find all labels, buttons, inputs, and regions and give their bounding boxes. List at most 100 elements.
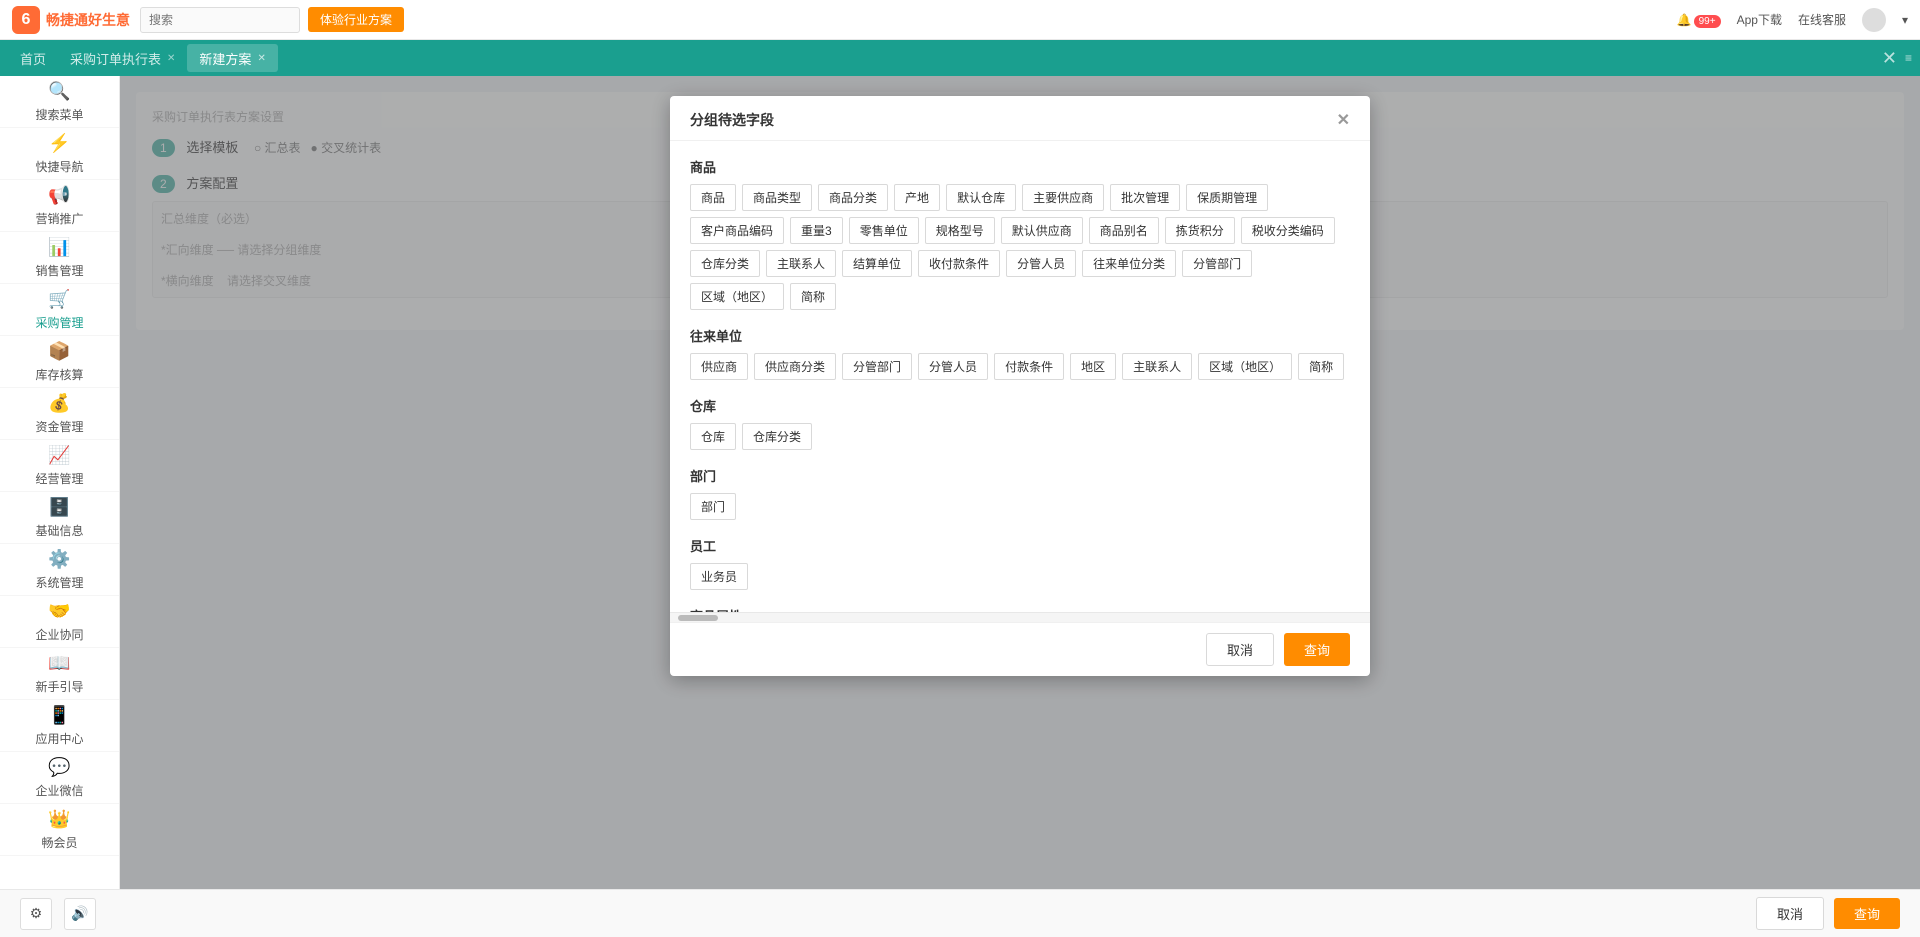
section-employee-title: 员工 [690, 536, 1350, 555]
field-tag-salesperson[interactable]: 业务员 [690, 563, 748, 590]
horizontal-scrollbar[interactable] [670, 612, 1370, 622]
field-tag-batch-mgmt[interactable]: 批次管理 [1110, 184, 1180, 211]
tab-purchase-close[interactable]: ✕ [167, 53, 175, 64]
tab-home[interactable]: 首页 [8, 44, 58, 72]
field-tag-abbr-partner[interactable]: 简称 [1298, 353, 1344, 380]
sidebar-item-inventory[interactable]: 📦 库存核算 [0, 336, 119, 388]
modal-header: 分组待选字段 ✕ [670, 96, 1370, 141]
field-tag-product[interactable]: 商品 [690, 184, 736, 211]
field-tag-product-alias[interactable]: 商品别名 [1089, 217, 1159, 244]
sidebar-label-appcenter: 应用中心 [35, 730, 83, 747]
bottom-confirm-button[interactable]: 查询 [1834, 898, 1900, 929]
sidebar-item-guide[interactable]: 📖 新手引导 [0, 648, 119, 700]
field-tag-abbr-product[interactable]: 简称 [790, 283, 836, 310]
field-tag-supplier[interactable]: 供应商 [690, 353, 748, 380]
section-dept: 部门 部门 [690, 466, 1350, 520]
sidebar-item-search[interactable]: 🔍 搜索菜单 [0, 76, 119, 128]
field-tag-warehouse-category[interactable]: 仓库分类 [690, 250, 760, 277]
cancel-button[interactable]: 取消 [1206, 633, 1274, 666]
field-tag-origin[interactable]: 产地 [894, 184, 940, 211]
sidebar-item-purchase[interactable]: 🛒 采购管理 [0, 284, 119, 336]
field-tag-warehouse-class[interactable]: 仓库分类 [742, 423, 812, 450]
field-tag-warehouse[interactable]: 仓库 [690, 423, 736, 450]
sidebar-item-cooperation[interactable]: 🤝 企业协同 [0, 596, 119, 648]
sidebar-item-appcenter[interactable]: 📱 应用中心 [0, 700, 119, 752]
sidebar-item-base[interactable]: 🗄️ 基础信息 [0, 492, 119, 544]
field-tag-dept[interactable]: 部门 [690, 493, 736, 520]
audio-icon-btn[interactable]: 🔊 [64, 898, 96, 930]
bottom-cancel-button[interactable]: 取消 [1756, 897, 1824, 930]
field-tag-tax-code[interactable]: 税收分类编码 [1241, 217, 1335, 244]
field-tag-partner-person[interactable]: 分管人员 [918, 353, 988, 380]
field-tag-partner-dept[interactable]: 分管部门 [842, 353, 912, 380]
scrollbar-thumb-h [678, 615, 718, 621]
app-download-link[interactable]: App下载 [1737, 11, 1782, 28]
user-menu-arrow[interactable]: ▾ [1902, 13, 1908, 27]
marketing-icon: 📢 [48, 185, 70, 206]
field-tag-main-supplier[interactable]: 主要供应商 [1022, 184, 1104, 211]
section-dept-title: 部门 [690, 466, 1350, 485]
sidebar-label-vip: 畅会员 [41, 834, 77, 851]
field-tag-picking-points[interactable]: 拣货积分 [1165, 217, 1235, 244]
tab-home-label: 首页 [20, 49, 46, 68]
tab-close-all[interactable]: ✕ [1882, 48, 1897, 69]
logo-text: 畅捷通好生意 [46, 10, 130, 30]
sales-icon: 📊 [48, 237, 70, 258]
field-tag-default-supplier[interactable]: 默认供应商 [1001, 217, 1083, 244]
section-warehouse-title: 仓库 [690, 396, 1350, 415]
field-tag-default-warehouse[interactable]: 默认仓库 [946, 184, 1016, 211]
sidebar-item-wecom[interactable]: 💬 企业微信 [0, 752, 119, 804]
vip-icon: 👑 [48, 809, 70, 830]
field-tag-settlement-unit[interactable]: 结算单位 [842, 250, 912, 277]
field-tag-supervisor[interactable]: 分管人员 [1006, 250, 1076, 277]
confirm-button[interactable]: 查询 [1284, 633, 1350, 666]
modal-overlay: 分组待选字段 ✕ 商品 商品 商品类型 商品分类 产地 默认仓库 主要供应商 批… [120, 76, 1920, 937]
field-tag-spec-model[interactable]: 规格型号 [925, 217, 995, 244]
sidebar-label-guide: 新手引导 [35, 678, 83, 695]
field-tag-dept-mgmt[interactable]: 分管部门 [1182, 250, 1252, 277]
wecom-icon: 💬 [48, 757, 70, 778]
tab-purchase-order[interactable]: 采购订单执行表 ✕ [58, 44, 187, 72]
notification-area[interactable]: 🔔99+ [1677, 13, 1721, 27]
field-tag-area[interactable]: 地区 [1070, 353, 1116, 380]
sidebar-item-finance[interactable]: 💰 资金管理 [0, 388, 119, 440]
field-tag-retail-unit[interactable]: 零售单位 [849, 217, 919, 244]
modal-close-btn[interactable]: ✕ [1337, 110, 1350, 130]
field-tag-customer-code[interactable]: 客户商品编码 [690, 217, 784, 244]
field-tag-region-partner[interactable]: 区域（地区） [1198, 353, 1292, 380]
tab-more[interactable]: ≡ [1905, 51, 1912, 65]
field-tag-weight3[interactable]: 重量3 [790, 217, 843, 244]
sidebar-item-operations[interactable]: 📈 经营管理 [0, 440, 119, 492]
sidebar-item-marketing[interactable]: 📢 营销推广 [0, 180, 119, 232]
sidebar-label-cooperation: 企业协同 [35, 626, 83, 643]
field-tag-payment-terms[interactable]: 收付款条件 [918, 250, 1000, 277]
sidebar-label-marketing: 营销推广 [35, 210, 83, 227]
tab-new-plan-close[interactable]: ✕ [257, 53, 265, 64]
settings-icon-btn[interactable]: ⚙ [20, 898, 52, 930]
online-service-link[interactable]: 在线客服 [1798, 11, 1846, 28]
section-partner-title: 往来单位 [690, 326, 1350, 345]
header-search-input[interactable] [140, 7, 300, 33]
experience-btn[interactable]: 体验行业方案 [308, 7, 404, 32]
sidebar-label-quicknav: 快捷导航 [35, 158, 83, 175]
field-tag-region-product[interactable]: 区域（地区） [690, 283, 784, 310]
field-tag-main-contact2[interactable]: 主联系人 [1122, 353, 1192, 380]
field-tag-main-contact[interactable]: 主联系人 [766, 250, 836, 277]
section-product-tags: 商品 商品类型 商品分类 产地 默认仓库 主要供应商 批次管理 保质期管理 客户… [690, 184, 1350, 310]
sidebar-label-sales: 销售管理 [35, 262, 83, 279]
sidebar-item-sales[interactable]: 📊 销售管理 [0, 232, 119, 284]
avatar[interactable] [1862, 8, 1886, 32]
tab-new-plan[interactable]: 新建方案 ✕ [187, 44, 277, 72]
section-product-title: 商品 [690, 157, 1350, 176]
field-tag-partner-category[interactable]: 往来单位分类 [1082, 250, 1176, 277]
sidebar-item-system[interactable]: ⚙️ 系统管理 [0, 544, 119, 596]
field-tag-shelf-life[interactable]: 保质期管理 [1186, 184, 1268, 211]
section-employee: 员工 业务员 [690, 536, 1350, 590]
sidebar-item-vip[interactable]: 👑 畅会员 [0, 804, 119, 856]
field-tag-product-type[interactable]: 商品类型 [742, 184, 812, 211]
field-tag-payment-condition[interactable]: 付款条件 [994, 353, 1064, 380]
modal-title: 分组待选字段 [690, 110, 774, 130]
field-tag-supplier-category[interactable]: 供应商分类 [754, 353, 836, 380]
field-tag-product-category[interactable]: 商品分类 [818, 184, 888, 211]
sidebar-item-quicknav[interactable]: ⚡ 快捷导航 [0, 128, 119, 180]
